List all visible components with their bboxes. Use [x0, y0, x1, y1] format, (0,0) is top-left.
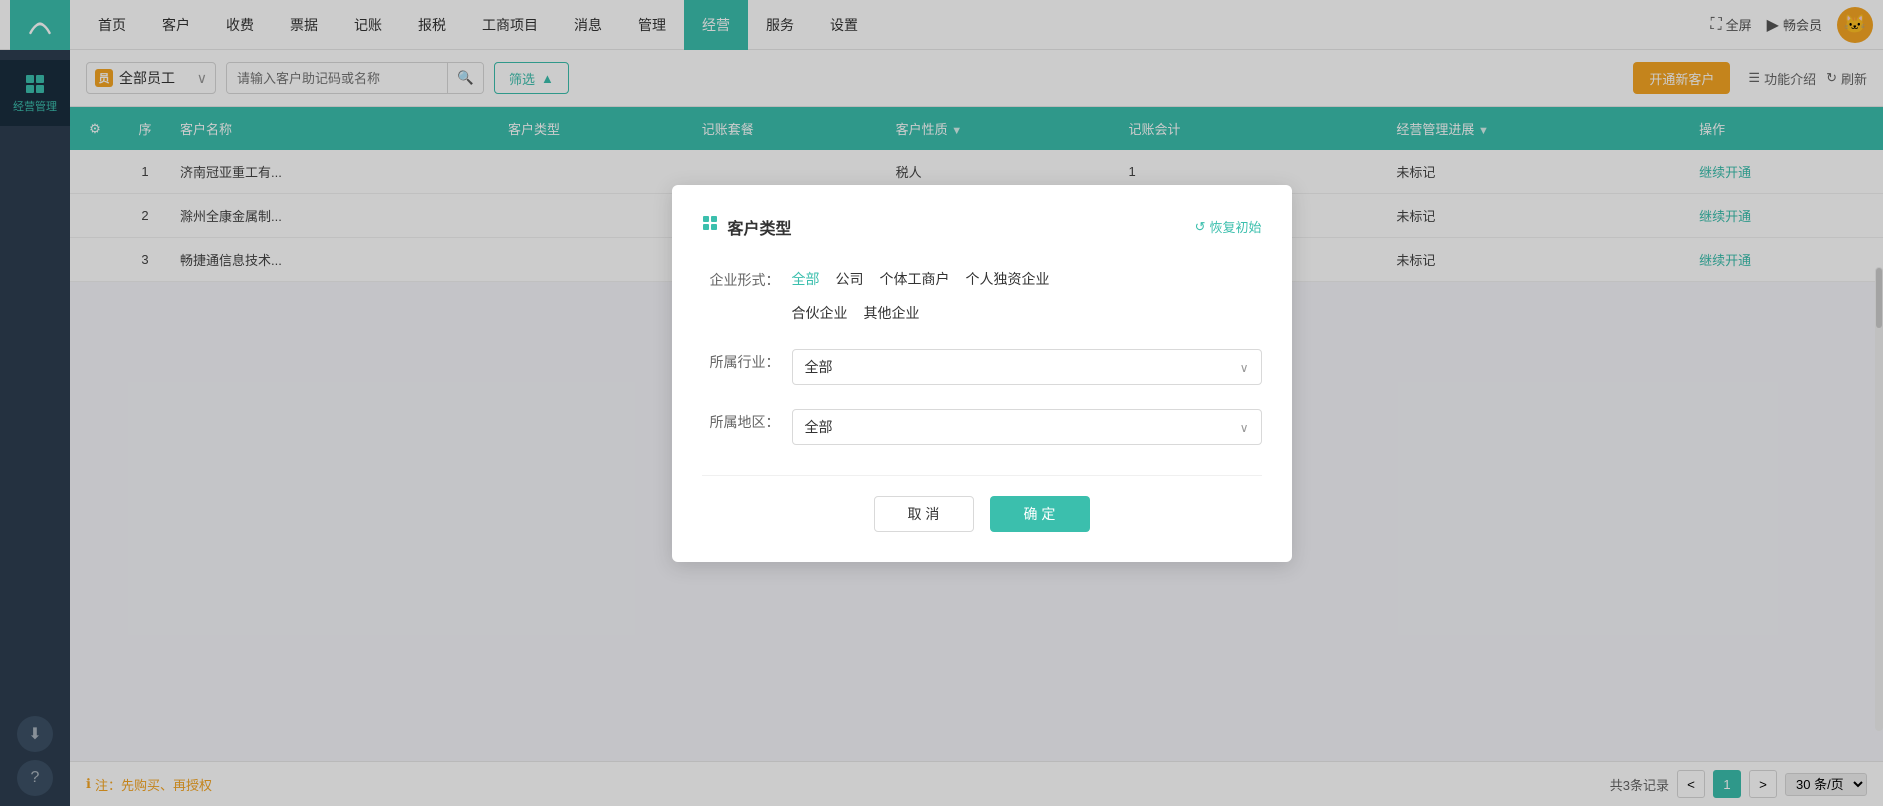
modal-title-text: 客户类型	[728, 215, 792, 239]
option-other[interactable]: 其他企业	[864, 301, 920, 325]
industry-select-wrapper: 全部	[792, 349, 1262, 385]
region-value: 全部	[805, 417, 833, 437]
industry-chevron-icon	[1240, 359, 1249, 375]
industry-label: 所属行业：	[702, 349, 792, 375]
modal-header: 客户类型 ↺ 恢复初始	[702, 215, 1262, 239]
enterprise-options: 全部 公司 个体工商户 个人独资企业 合伙企业 其他企业	[792, 267, 1262, 325]
region-select-wrapper: 全部	[792, 409, 1262, 445]
cancel-button[interactable]: 取 消	[874, 496, 974, 532]
option-company[interactable]: 公司	[836, 267, 864, 291]
option-sole[interactable]: 个人独资企业	[966, 267, 1050, 291]
enterprise-option-group: 全部 公司 个体工商户 个人独资企业	[792, 267, 1262, 291]
reset-label: 恢复初始	[1209, 217, 1261, 236]
region-label: 所属地区：	[702, 409, 792, 435]
option-partnership[interactable]: 合伙企业	[792, 301, 848, 325]
modal-title: 客户类型	[702, 215, 792, 239]
option-all[interactable]: 全部	[792, 267, 820, 291]
confirm-button[interactable]: 确 定	[990, 496, 1090, 532]
enterprise-option-group-2: 合伙企业 其他企业	[792, 301, 1262, 325]
region-chevron-icon	[1240, 419, 1249, 435]
modal-overlay[interactable]: 客户类型 ↺ 恢复初始 企业形式： 全部 公司 个体工商户 个人独资企业	[0, 0, 1883, 806]
reset-icon: ↺	[1195, 219, 1206, 235]
industry-form-row: 所属行业： 全部	[702, 349, 1262, 385]
enterprise-form-label: 企业形式：	[702, 267, 792, 293]
option-individual[interactable]: 个体工商户	[880, 267, 950, 291]
modal-body: 企业形式： 全部 公司 个体工商户 个人独资企业 合伙企业 其他企业 所	[702, 267, 1262, 445]
modal-reset-button[interactable]: ↺ 恢复初始	[1195, 217, 1262, 236]
modal-footer: 取 消 确 定	[702, 475, 1262, 532]
enterprise-form-row: 企业形式： 全部 公司 个体工商户 个人独资企业 合伙企业 其他企业	[702, 267, 1262, 325]
region-form-row: 所属地区： 全部	[702, 409, 1262, 445]
modal-title-icon	[702, 215, 720, 238]
region-select[interactable]: 全部	[792, 409, 1262, 445]
industry-value: 全部	[805, 357, 833, 377]
industry-select[interactable]: 全部	[792, 349, 1262, 385]
filter-modal: 客户类型 ↺ 恢复初始 企业形式： 全部 公司 个体工商户 个人独资企业	[672, 185, 1292, 562]
